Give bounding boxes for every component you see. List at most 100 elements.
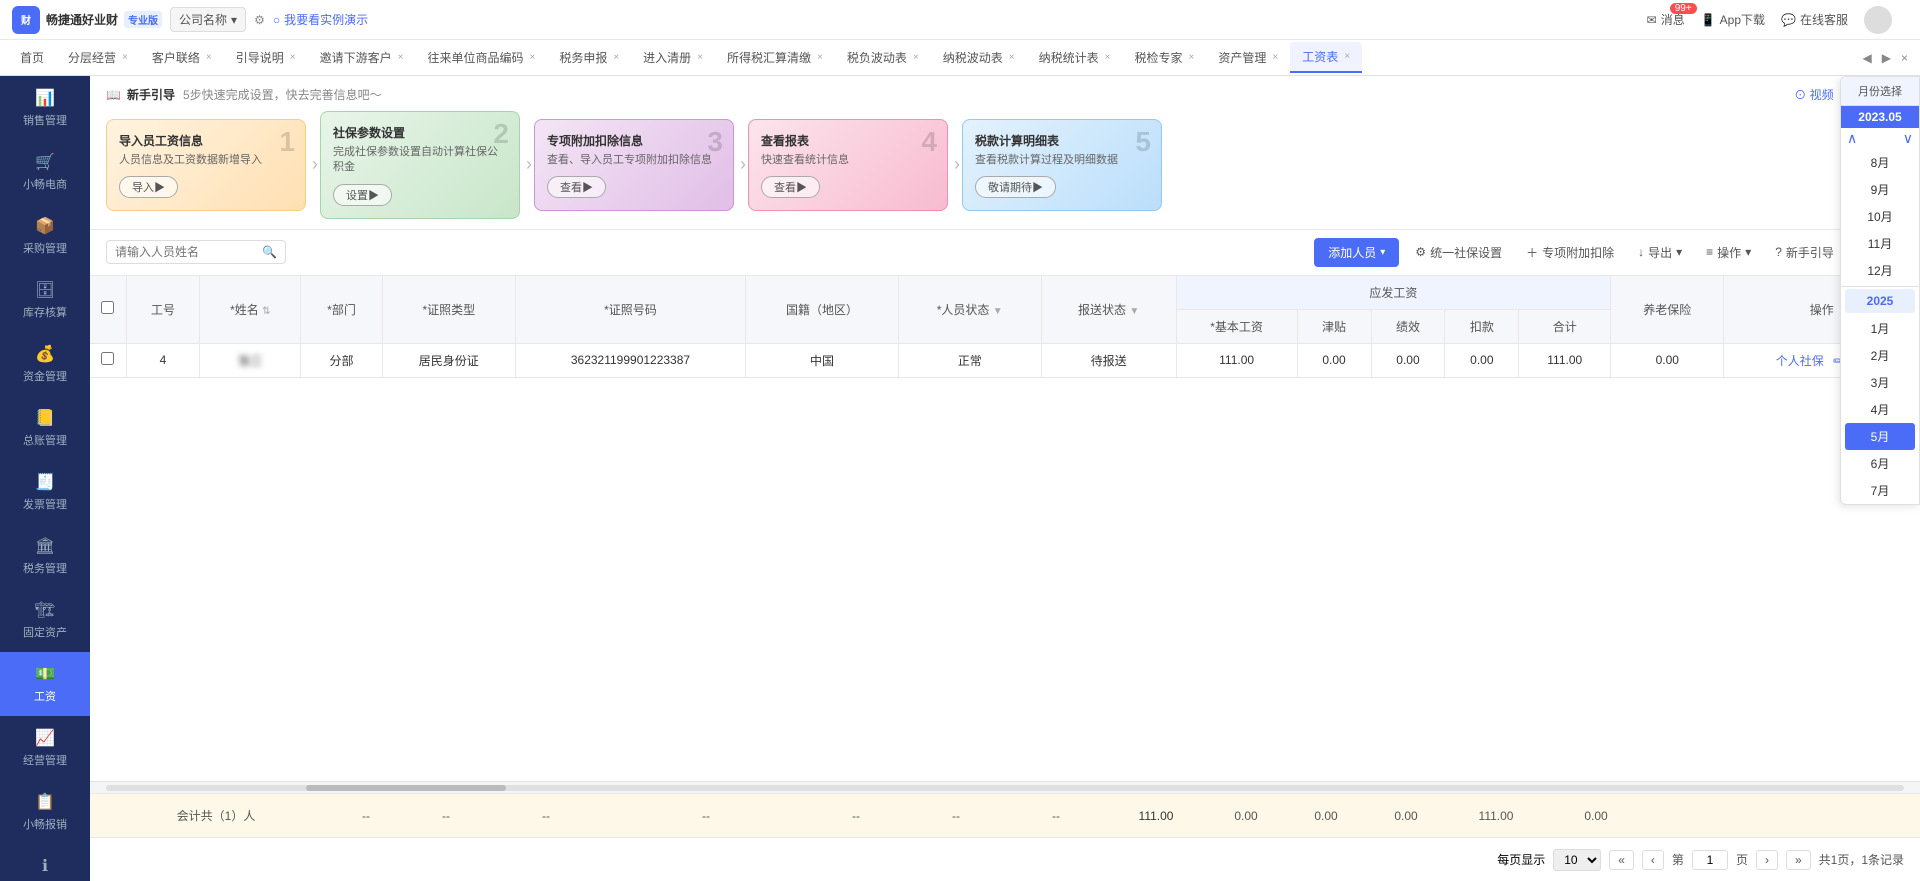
video-link[interactable]: ⊙ 视频 [1794,86,1833,103]
month-item-7[interactable]: 7月 [1841,477,1919,504]
close-icon[interactable]: × [1188,52,1194,63]
month-item-9[interactable]: 9月 [1841,176,1919,203]
horizontal-scrollbar[interactable] [90,781,1920,793]
tab-tax-expert[interactable]: 税检专家× [1122,43,1206,72]
sidebar-item-invoice[interactable]: 🧾 发票管理 [0,460,90,524]
month-item-1[interactable]: 1月 [1841,315,1919,342]
month-item-12[interactable]: 12月 [1841,257,1919,284]
personal-insurance-link[interactable]: 个人社保 [1776,354,1824,368]
company-selector[interactable]: 公司名称 ▾ [170,7,246,32]
scroll-thumb[interactable] [306,785,506,791]
tab-customer[interactable]: 客户联络× [140,43,224,72]
tab-assets[interactable]: 资产管理× [1206,43,1290,72]
actions-button[interactable]: ≡ 操作 ▾ [1698,240,1759,265]
tab-layered[interactable]: 分层经营× [56,43,140,72]
step-btn-1[interactable]: 导入▶ [119,176,178,198]
settings-icon[interactable]: ⚙ [254,13,265,27]
demo-link[interactable]: ○ 我要看实例演示 [273,11,368,28]
tab-income-tax[interactable]: 所得税汇算清缴× [715,43,835,72]
sales-icon: 📊 [35,88,55,108]
unified-settings-button[interactable]: ⚙ 统一社保设置 [1407,240,1510,265]
prev-page-button[interactable]: ‹ [1642,850,1664,870]
search-box[interactable]: 🔍 [106,240,286,264]
sidebar-item-fixed-assets[interactable]: 🏗 固定资产 [0,588,90,652]
select-all-checkbox[interactable] [101,301,114,314]
tab-tax-report[interactable]: 税务申报× [547,43,631,72]
page-input[interactable] [1692,850,1728,870]
name-sort-icon[interactable]: ⇅ [262,306,270,317]
tab-invite[interactable]: 邀请下游客户× [308,43,416,72]
sidebar-item-ledger[interactable]: 📒 总账管理 [0,396,90,460]
close-icon[interactable]: × [1009,52,1015,63]
sidebar-item-basic-info[interactable]: ℹ 基础信息 [0,844,90,881]
tab-register[interactable]: 进入清册× [631,43,715,72]
close-icon[interactable]: × [206,52,212,63]
sidebar-item-expense[interactable]: 📋 小畅报销 [0,780,90,844]
close-icon[interactable]: × [613,52,619,63]
sidebar-item-inventory[interactable]: 🗄 库存核算 [0,268,90,332]
sidebar-item-salary[interactable]: 💵 工资 [0,652,90,716]
close-icon[interactable]: × [817,52,823,63]
step-btn-3[interactable]: 查看▶ [547,176,606,198]
month-item-5[interactable]: 5月 [1845,423,1915,450]
page-size-select[interactable]: 10 20 50 [1553,849,1601,871]
sidebar-item-sales[interactable]: 📊 销售管理 [0,76,90,140]
first-page-button[interactable]: « [1609,850,1634,870]
month-item-11[interactable]: 11月 [1841,230,1919,257]
export-button[interactable]: ↓ 导出 ▾ [1630,240,1690,265]
search-input[interactable] [115,245,256,259]
th-status: *人员状态 ▼ [898,276,1041,344]
status-filter-icon[interactable]: ▼ [993,306,1003,317]
guide-button[interactable]: ? 新手引导 [1767,240,1842,265]
month-prev-icon[interactable]: ∧ [1847,130,1857,147]
month-item-4[interactable]: 4月 [1841,396,1919,423]
special-deduction-button[interactable]: ＋ 专项附加扣除 [1518,240,1622,265]
close-icon[interactable]: × [529,52,535,63]
close-icon[interactable]: × [122,52,128,63]
search-icon[interactable]: 🔍 [262,245,277,259]
close-icon[interactable]: × [1272,52,1278,63]
tab-salary[interactable]: 工资表× [1290,42,1362,73]
footer-pension: 0.00 [1546,809,1646,823]
close-icon[interactable]: × [697,52,703,63]
online-service-button[interactable]: 💬 在线客服 [1781,11,1848,28]
close-icon[interactable]: × [1105,52,1111,63]
close-icon[interactable]: × [913,52,919,63]
tabs-prev-icon[interactable]: ◀ [1859,49,1876,67]
tab-tax-fluctuation[interactable]: 纳税波动表× [931,43,1027,72]
sidebar-item-ecommerce[interactable]: 🛒 小畅电商 [0,140,90,204]
month-item-2[interactable]: 2月 [1841,342,1919,369]
step-btn-5[interactable]: 敬请期待▶ [975,176,1056,198]
last-page-button[interactable]: » [1786,850,1811,870]
tab-tax-stats[interactable]: 纳税统计表× [1027,43,1123,72]
tabs-next-icon[interactable]: ▶ [1878,49,1895,67]
close-icon[interactable]: × [290,52,296,63]
th-dept: *部门 [301,276,383,344]
month-item-3[interactable]: 3月 [1841,369,1919,396]
tab-home[interactable]: 首页 [8,43,56,72]
month-item-10[interactable]: 10月 [1841,203,1919,230]
tab-guide[interactable]: 引导说明× [224,43,308,72]
sidebar-item-purchase[interactable]: 📦 采购管理 [0,204,90,268]
tabs-close-icon[interactable]: × [1897,49,1912,67]
month-item-6[interactable]: 6月 [1841,450,1919,477]
close-icon[interactable]: × [398,52,404,63]
close-icon[interactable]: × [1344,51,1350,62]
app-download-button[interactable]: 📱 App下载 [1701,11,1765,28]
add-employee-button[interactable]: 添加人员 ▾ [1314,238,1399,267]
next-page-button[interactable]: › [1756,850,1778,870]
msg-button[interactable]: ✉ 消息 99+ [1647,11,1685,28]
tab-codes[interactable]: 往来单位商品编码× [415,43,547,72]
month-item-8[interactable]: 8月 [1841,149,1919,176]
sidebar-item-finance[interactable]: 💰 资金管理 [0,332,90,396]
avatar[interactable] [1864,6,1892,34]
row-checkbox[interactable] [101,352,114,365]
step-btn-4[interactable]: 查看▶ [761,176,820,198]
month-next-icon[interactable]: ∨ [1903,130,1913,147]
sidebar-item-tax[interactable]: 🏛 税务管理 [0,524,90,588]
tab-tax-burden[interactable]: 税负波动表× [835,43,931,72]
report-filter-icon[interactable]: ▼ [1129,306,1139,317]
month-panel-year: 2023.05 [1841,106,1919,128]
step-btn-2[interactable]: 设置▶ [333,184,392,206]
sidebar-item-operation[interactable]: 📈 经营管理 [0,716,90,780]
